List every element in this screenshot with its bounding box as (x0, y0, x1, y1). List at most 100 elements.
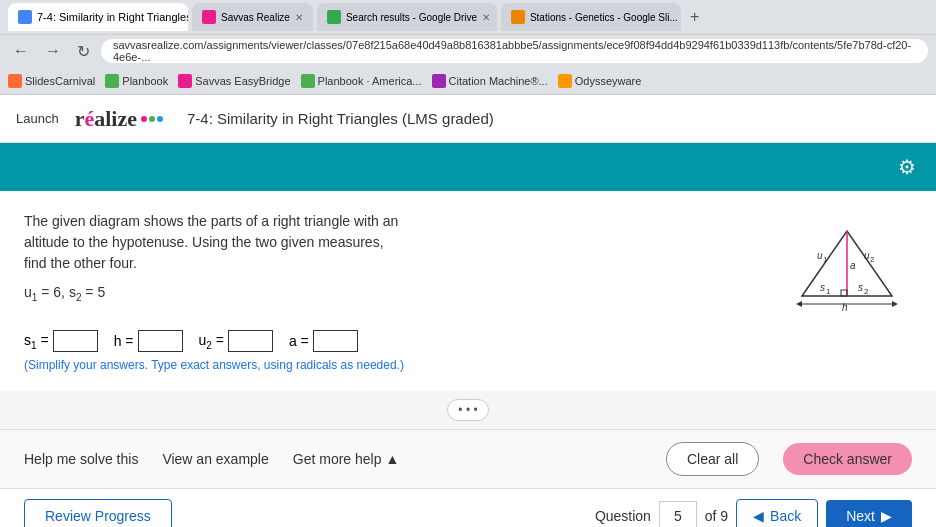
bookmark-icon-4 (301, 74, 315, 88)
app-header: Launch réalize 7-4: Similarity in Right … (0, 95, 936, 143)
given-values: u1 = 6, s2 = 5 (24, 284, 772, 303)
teal-banner: ⚙ (0, 143, 936, 191)
refresh-button[interactable]: ↻ (72, 40, 95, 63)
dots-expand-button[interactable]: • • • (447, 399, 488, 421)
triangle-diagram: u 1 u 2 a s 1 s 2 h (792, 221, 912, 314)
simplify-note: (Simplify your answers. Type exact answe… (24, 358, 912, 372)
page-title: 7-4: Similarity in Right Triangles (LMS … (187, 110, 494, 127)
tab-2[interactable]: Savvas Realize ✕ (192, 3, 313, 31)
view-example-link[interactable]: View an example (162, 451, 268, 467)
problem-left: The given diagram shows the parts of a r… (24, 211, 772, 314)
svg-text:1: 1 (823, 255, 828, 264)
tab-label-2: Savvas Realize (221, 12, 290, 23)
problem-description: The given diagram shows the parts of a r… (24, 211, 404, 274)
bookmark-odyssey[interactable]: Odysseyware (558, 74, 642, 88)
tab-label-3: Search results - Google Drive (346, 12, 477, 23)
question-number: 5 (659, 501, 697, 527)
tab-favicon-1 (18, 10, 32, 24)
s1-label: s1 = (24, 332, 49, 351)
of-total: of 9 (705, 508, 728, 524)
bookmark-label-1: SlidesCarnival (25, 75, 95, 87)
svg-text:s: s (858, 282, 863, 293)
bookmark-easybridge[interactable]: Savvas EasyBridge (178, 74, 290, 88)
main-content: The given diagram shows the parts of a r… (0, 191, 936, 391)
bookmark-label-6: Odysseyware (575, 75, 642, 87)
tab-active[interactable]: 7-4: Similarity in Right Triangles ✕ (8, 3, 188, 31)
tab-bar: 7-4: Similarity in Right Triangles ✕ Sav… (0, 0, 936, 35)
question-nav: Question 5 of 9 ◀ Back Next ▶ (595, 499, 912, 527)
back-label: Back (770, 508, 801, 524)
tab-label-1: 7-4: Similarity in Right Triangles (37, 11, 188, 23)
next-label: Next (846, 508, 875, 524)
bookmarks-bar: SlidesCarnival Planbook Savvas EasyBridg… (0, 67, 936, 95)
dots-divider: • • • (0, 391, 936, 429)
bookmark-planbook[interactable]: Planbook (105, 74, 168, 88)
address-bar: ← → ↻ savvasrealize.com/assignments/view… (0, 35, 936, 67)
new-tab-button[interactable]: + (685, 6, 704, 28)
a-input[interactable] (313, 330, 358, 352)
back-button[interactable]: ◀ Back (736, 499, 818, 527)
get-more-help-dropdown[interactable]: Get more help ▲ (293, 451, 400, 467)
logo-word: réalize (75, 106, 137, 132)
get-more-help-label: Get more help (293, 451, 382, 467)
tab-close-2[interactable]: ✕ (295, 12, 303, 23)
svg-text:s: s (820, 282, 825, 293)
tab-favicon-4 (511, 10, 525, 24)
realize-logo: réalize (75, 106, 163, 132)
bookmark-slidescarnival[interactable]: SlidesCarnival (8, 74, 95, 88)
logo-dots (141, 116, 163, 122)
check-answer-button[interactable]: Check answer (783, 443, 912, 475)
svg-text:a: a (850, 260, 856, 271)
forward-nav-button[interactable]: → (40, 40, 66, 62)
clear-all-button[interactable]: Clear all (666, 442, 759, 476)
input-row: s1 = h = u2 = a = (24, 330, 912, 352)
bookmark-citation[interactable]: Citation Machine®... (432, 74, 548, 88)
back-arrow-icon: ◀ (753, 508, 764, 524)
bookmark-icon-5 (432, 74, 446, 88)
tab-close-3[interactable]: ✕ (482, 12, 490, 23)
h-input[interactable] (138, 330, 183, 352)
review-progress-button[interactable]: Review Progress (24, 499, 172, 527)
input-group-h: h = (114, 330, 183, 352)
launch-text: Launch (16, 111, 59, 126)
input-group-s1: s1 = (24, 330, 98, 352)
dot-red (141, 116, 147, 122)
svg-marker-14 (892, 301, 898, 307)
svg-text:h: h (842, 302, 848, 311)
settings-icon[interactable]: ⚙ (898, 155, 916, 179)
u2-input[interactable] (228, 330, 273, 352)
triangle-svg: u 1 u 2 a s 1 s 2 h (792, 221, 902, 311)
tab-3[interactable]: Search results - Google Drive ✕ (317, 3, 497, 31)
footer-nav: Review Progress Question 5 of 9 ◀ Back N… (0, 488, 936, 527)
back-nav-button[interactable]: ← (8, 40, 34, 62)
browser-chrome: 7-4: Similarity in Right Triangles ✕ Sav… (0, 0, 936, 95)
bottom-toolbar: Help me solve this View an example Get m… (0, 429, 936, 488)
help-me-solve-link[interactable]: Help me solve this (24, 451, 138, 467)
dot-blue (157, 116, 163, 122)
svg-text:2: 2 (870, 255, 875, 264)
bookmark-icon-6 (558, 74, 572, 88)
input-group-u2: u2 = (199, 330, 273, 352)
url-text: savvasrealize.com/assignments/viewer/cla… (113, 39, 916, 63)
bookmark-planbook-america[interactable]: Planbook · America... (301, 74, 422, 88)
next-button[interactable]: Next ▶ (826, 500, 912, 527)
bookmark-label-2: Planbook (122, 75, 168, 87)
chevron-up-icon: ▲ (385, 451, 399, 467)
bookmark-icon-1 (8, 74, 22, 88)
a-label: a = (289, 333, 309, 349)
svg-text:2: 2 (864, 287, 869, 296)
u2-label: u2 = (199, 332, 224, 351)
question-label: Question (595, 508, 651, 524)
s1-input[interactable] (53, 330, 98, 352)
bookmark-label-5: Citation Machine®... (449, 75, 548, 87)
svg-text:1: 1 (826, 287, 831, 296)
svg-marker-13 (796, 301, 802, 307)
bookmark-label-4: Planbook · America... (318, 75, 422, 87)
bookmark-icon-3 (178, 74, 192, 88)
url-field[interactable]: savvasrealize.com/assignments/viewer/cla… (101, 39, 928, 63)
input-group-a: a = (289, 330, 358, 352)
tab-label-4: Stations - Genetics - Google Sli... (530, 12, 678, 23)
h-label: h = (114, 333, 134, 349)
tab-4[interactable]: Stations - Genetics - Google Sli... ✕ (501, 3, 681, 31)
bookmark-label-3: Savvas EasyBridge (195, 75, 290, 87)
